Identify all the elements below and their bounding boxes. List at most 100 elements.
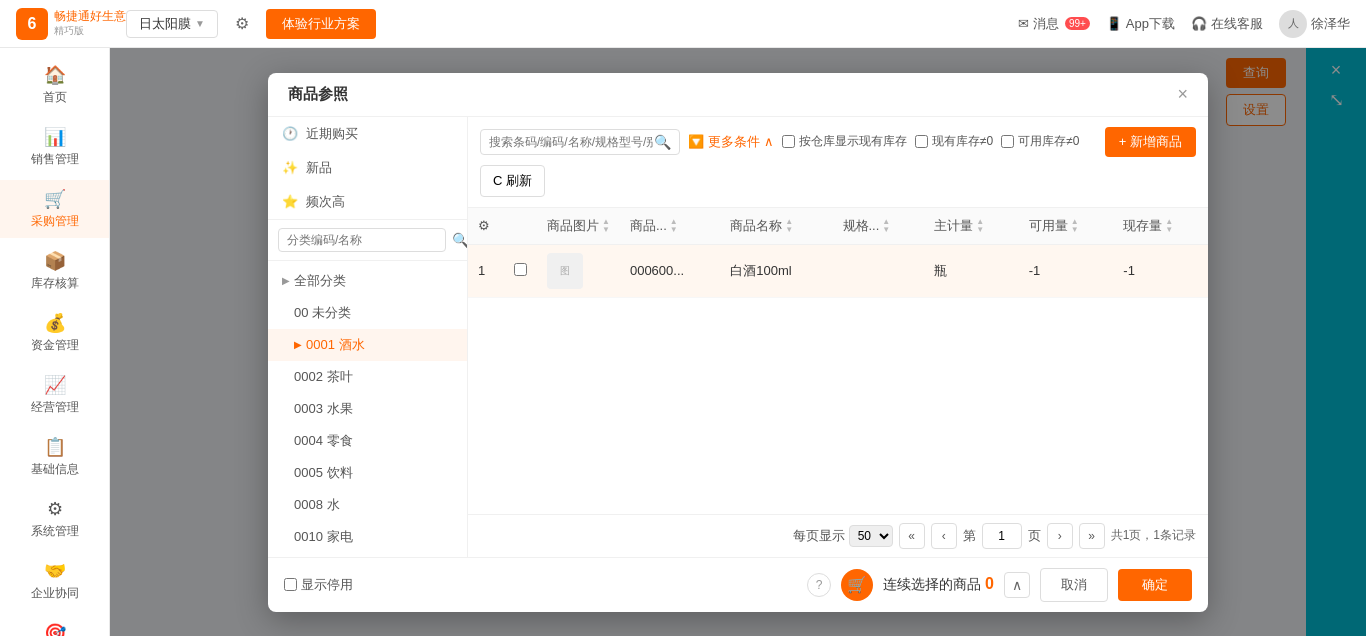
user-profile[interactable]: 人 徐泽华 [1279,10,1350,38]
warehouse-display-checkbox[interactable]: 按仓库显示现有库存 [782,133,907,150]
th-stock: 现存量 ▲▼ [1113,208,1208,245]
cart-icon-button[interactable]: 🛒 [841,569,873,601]
warehouse-checkbox-input[interactable] [782,135,795,148]
guide-icon: 🎯 [44,622,66,636]
cart-icon: 🛒 [847,575,867,594]
modal-close-button[interactable]: × [1177,85,1188,103]
cat-label-unclassified: 00 未分类 [294,304,351,322]
sales-icon: 📊 [44,126,66,148]
gear-button[interactable]: ⚙ [226,8,258,40]
sidebar-item-sales[interactable]: 📊 销售管理 [0,118,109,176]
filter-arrow-icon: ∧ [764,134,774,149]
sidebar-label-sales: 销售管理 [31,151,79,168]
modal-body: 🕐 近期购买 ✨ 新品 ⭐ 频次高 [268,117,1208,557]
sidebar-item-basic-info[interactable]: 📋 基础信息 [0,428,109,486]
cancel-button[interactable]: 取消 [1040,568,1108,602]
trial-button[interactable]: 体验行业方案 [266,9,376,39]
cat-snacks[interactable]: 0004 零食 [268,425,467,457]
cat-label-all: 全部分类 [294,272,346,290]
confirm-button[interactable]: 确定 [1118,569,1192,601]
row-checkbox[interactable] [504,244,537,297]
navbar-right: ✉ 消息 99+ 📱 App下载 🎧 在线客服 人 徐泽华 [1018,10,1350,38]
prev-page-button[interactable]: ‹ [931,523,957,549]
finance-icon: 💰 [44,312,66,334]
product-image-placeholder: 图 [547,253,583,289]
product-search-icon[interactable]: 🔍 [654,134,671,150]
th-checkbox [504,208,537,245]
th-settings[interactable]: ⚙ [468,208,504,245]
product-search-input[interactable] [489,135,654,149]
app-download-button[interactable]: 📱 App下载 [1106,15,1175,33]
add-product-button[interactable]: + 新增商品 [1105,127,1196,157]
cat-appliances[interactable]: 0010 家电 [268,521,467,553]
available-stock-checkbox[interactable]: 可用库存≠0 [1001,133,1079,150]
row-spec [833,244,925,297]
navbar-middle: 日太阳膜 ▼ ⚙ 体验行业方案 [126,8,1018,40]
show-disabled-checkbox[interactable]: 显示停用 [284,576,353,594]
sidebar-item-guide[interactable]: 🎯 新手引导 [0,614,109,636]
sidebar-item-inventory[interactable]: 📦 库存核算 [0,242,109,300]
cat-fruit[interactable]: 0003 水果 [268,393,467,425]
last-page-button[interactable]: » [1079,523,1105,549]
sidebar-item-finance[interactable]: 💰 资金管理 [0,304,109,362]
username: 徐泽华 [1311,15,1350,33]
modal-toolbar: 🔍 🔽 更多条件 ∧ 按仓库显示现有库存 [468,117,1208,208]
store-name: 日太阳膜 [139,15,191,33]
th-name: 商品名称 ▲▼ [720,208,832,245]
row-code: 000600... [620,244,720,297]
selected-text: 连续选择的商品 [883,576,981,592]
page-size-select[interactable]: 50 [849,525,893,547]
sidebar-item-purchase[interactable]: 🛒 采购管理 [0,180,109,238]
nonzero-stock-input[interactable] [915,135,928,148]
row-image: 图 [537,244,620,297]
cat-unclassified[interactable]: 00 未分类 [268,297,467,329]
nonzero-stock-label: 现有库存≠0 [932,133,993,150]
cat-label-water: 0008 水 [294,496,340,514]
help-button[interactable]: ? [807,573,831,597]
chevron-down-icon: ▼ [195,18,205,29]
messages-button[interactable]: ✉ 消息 99+ [1018,15,1090,33]
quick-item-recent[interactable]: 🕐 近期购买 [268,117,467,151]
cat-water[interactable]: 0008 水 [268,489,467,521]
operations-icon: 📈 [44,374,66,396]
app-download-label: App下载 [1126,15,1175,33]
online-service-button[interactable]: 🎧 在线客服 [1191,15,1263,33]
filter-button[interactable]: 🔽 更多条件 ∧ [688,133,774,151]
store-selector[interactable]: 日太阳膜 ▼ [126,10,218,38]
row-checkbox-input[interactable] [514,263,527,276]
cat-all[interactable]: ▶ 全部分类 [268,265,467,297]
nonzero-stock-checkbox[interactable]: 现有库存≠0 [915,133,993,150]
modal-main-content: 🔍 🔽 更多条件 ∧ 按仓库显示现有库存 [468,117,1208,557]
sidebar-item-system[interactable]: ⚙ 系统管理 [0,490,109,548]
sidebar-item-enterprise[interactable]: 🤝 企业协同 [0,552,109,610]
row-num: 1 [468,244,504,297]
cat-label-alcohol: 0001 酒水 [306,336,365,354]
show-disabled-input[interactable] [284,578,297,591]
cat-alcohol[interactable]: ▶ 0001 酒水 [268,329,467,361]
first-page-button[interactable]: « [899,523,925,549]
category-search-input[interactable] [278,228,446,252]
table-row[interactable]: 1 图 000600... 白酒100ml [468,244,1208,297]
quick-item-frequent[interactable]: ⭐ 频次高 [268,185,467,219]
cat-tea[interactable]: 0002 茶叶 [268,361,467,393]
quick-label-frequent: 频次高 [306,193,345,211]
online-service-label: 在线客服 [1211,15,1263,33]
avatar: 人 [1279,10,1307,38]
refresh-button[interactable]: C 刷新 [480,165,545,197]
page-label: 第 [963,527,976,545]
sidebar-item-operations[interactable]: 📈 经营管理 [0,366,109,424]
available-stock-input[interactable] [1001,135,1014,148]
col-available-label: 可用量 [1029,217,1068,235]
frequent-icon: ⭐ [282,194,298,209]
logo-area: 6 畅捷通好生意 精巧版 [16,8,126,40]
quick-item-new[interactable]: ✨ 新品 [268,151,467,185]
cat-drinks[interactable]: 0005 饮料 [268,457,467,489]
page-number-input[interactable] [982,523,1022,549]
th-image: 商品图片 ▲▼ [537,208,620,245]
sidebar-item-home[interactable]: 🏠 首页 [0,56,109,114]
next-page-button[interactable]: › [1047,523,1073,549]
category-search-icon[interactable]: 🔍 [452,232,468,248]
collapse-footer-button[interactable]: ∧ [1004,572,1030,598]
category-panel: 🕐 近期购买 ✨ 新品 ⭐ 频次高 [268,117,468,557]
modal-title: 商品参照 [288,85,348,104]
